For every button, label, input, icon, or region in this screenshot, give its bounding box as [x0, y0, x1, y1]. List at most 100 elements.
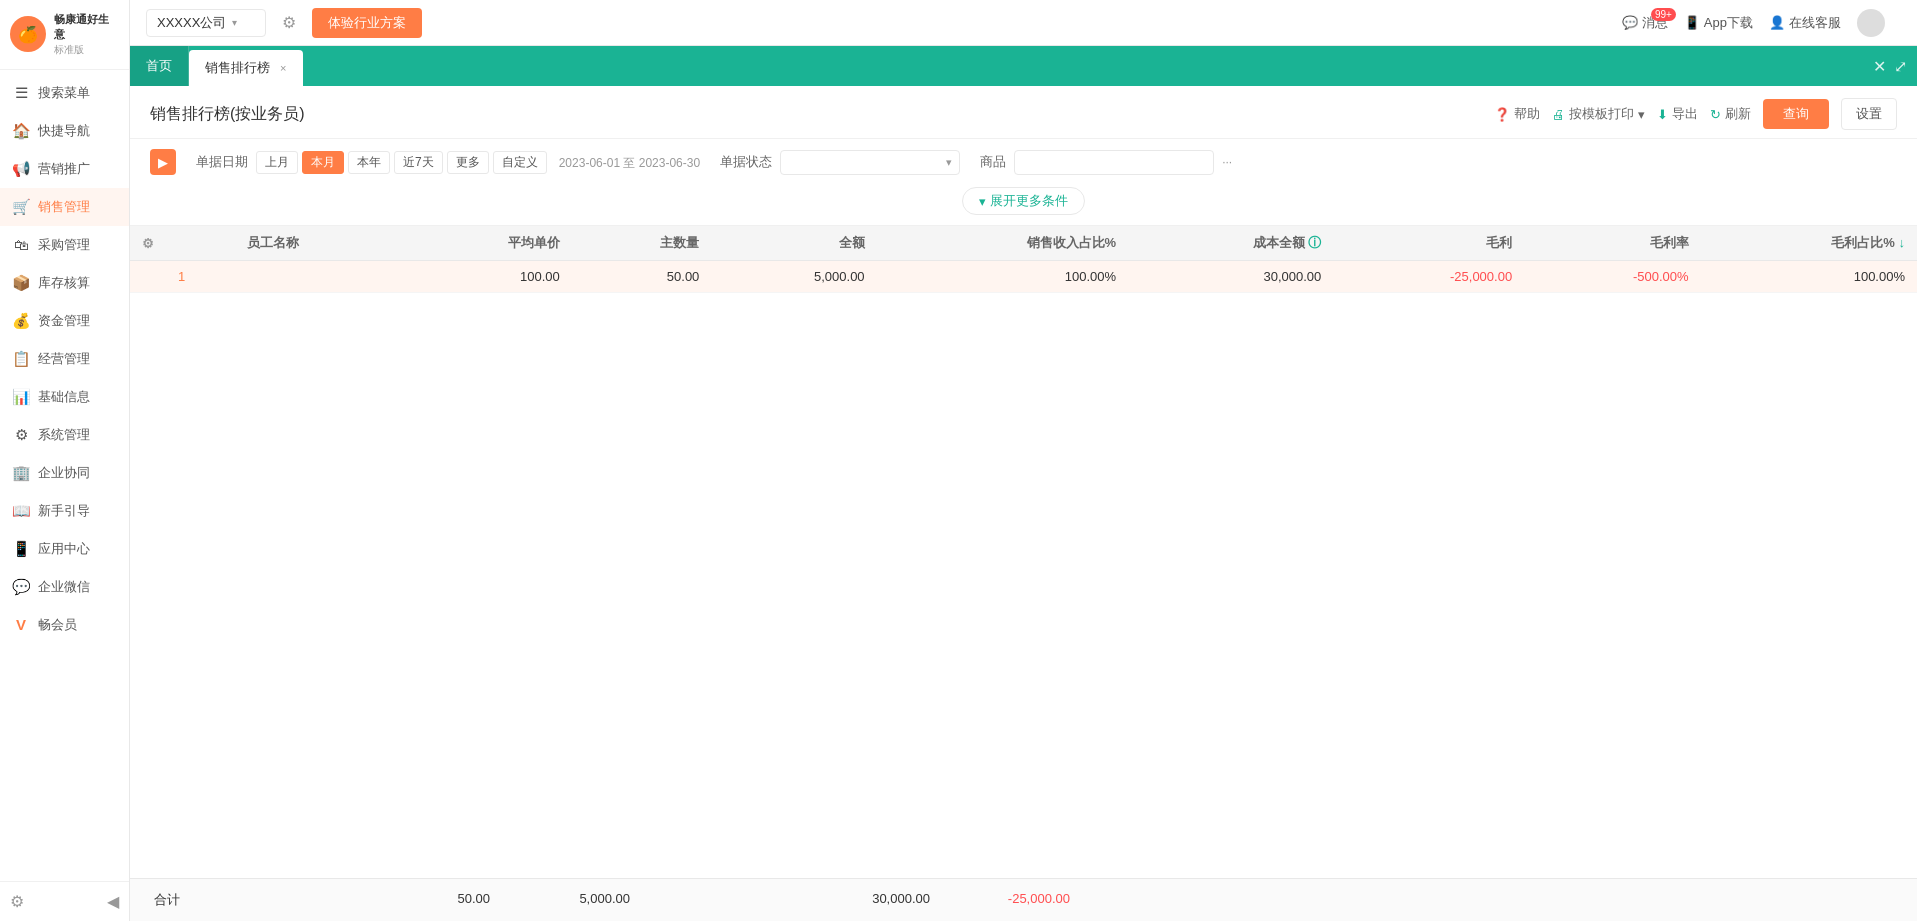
sidebar-item-label: 系统管理 — [38, 426, 90, 444]
settings-button[interactable]: 设置 — [1841, 98, 1897, 130]
sidebar-item-label: 采购管理 — [38, 236, 90, 254]
company-settings-button[interactable]: ⚙ — [278, 9, 300, 36]
vip-icon: V — [12, 616, 30, 633]
app-download-button[interactable]: 📱 App下载 — [1684, 14, 1753, 32]
app-download-icon: 📱 — [1684, 15, 1700, 30]
restore-tab-button[interactable]: ⤢ — [1894, 57, 1907, 76]
page-title: 销售排行榜(按业务员) — [150, 104, 305, 125]
col-cost: 成本全额 ⓘ — [1128, 226, 1333, 261]
row-rank: 1 — [166, 261, 235, 293]
sidebar-item-quick-nav[interactable]: 🏠 快捷导航 — [0, 112, 129, 150]
logo-icon: 🍊 — [10, 16, 46, 52]
date-this-month[interactable]: 本月 — [302, 151, 344, 174]
table-row: 1 100.00 50.00 5,000.00 100.00% 30,000.0… — [130, 261, 1917, 293]
sidebar-item-marketing[interactable]: 📢 营销推广 — [0, 150, 129, 188]
tab-home-label: 首页 — [146, 57, 172, 75]
col-rank — [166, 226, 235, 261]
finance-icon: 💰 — [12, 312, 30, 330]
sidebar-item-wechat[interactable]: 💬 企业微信 — [0, 568, 129, 606]
print-dropdown-icon: ▾ — [1638, 107, 1645, 122]
sidebar-item-purchase[interactable]: 🛍 采购管理 — [0, 226, 129, 264]
avatar[interactable] — [1857, 9, 1885, 37]
help-icon: ❓ — [1494, 107, 1510, 122]
help-button[interactable]: ❓ 帮助 — [1494, 105, 1540, 123]
date-7days[interactable]: 近7天 — [394, 151, 443, 174]
col-name: 员工名称 — [235, 226, 403, 261]
chevron-down-icon: ▾ — [979, 194, 986, 209]
row-sales-pct: 100.00% — [877, 261, 1129, 293]
col-settings[interactable]: ⚙ — [130, 226, 166, 261]
row-settings — [130, 261, 166, 293]
sidebar: 🍊 畅康通好生意 标准版 ☰ 搜索菜单 🏠 快捷导航 📢 营销推广 🛒 销售管理… — [0, 0, 130, 921]
company-selector[interactable]: XXXXX公司 ▾ — [146, 9, 266, 37]
sidebar-item-inventory[interactable]: 📦 库存核算 — [0, 264, 129, 302]
row-profit-pct: 100.00% — [1701, 261, 1917, 293]
col-sales-pct: 销售收入占比% — [877, 226, 1129, 261]
row-profit: -25,000.00 — [1333, 261, 1524, 293]
query-button[interactable]: 查询 — [1763, 99, 1829, 129]
sidebar-nav: ☰ 搜索菜单 🏠 快捷导航 📢 营销推广 🛒 销售管理 🛍 采购管理 📦 库存核… — [0, 70, 129, 881]
row-profit-rate: -500.00% — [1524, 261, 1700, 293]
goods-input[interactable] — [1014, 150, 1214, 175]
date-more[interactable]: 更多 — [447, 151, 489, 174]
close-tab-button[interactable]: ✕ — [1873, 57, 1886, 76]
tab-home[interactable]: 首页 — [130, 46, 189, 86]
logo-text: 畅康通好生意 — [54, 12, 119, 43]
goods-more-icon[interactable]: ··· — [1222, 155, 1232, 169]
status-select[interactable] — [780, 150, 960, 175]
expand-more-button[interactable]: ▾ 展开更多条件 — [962, 187, 1085, 215]
top-header: XXXXX公司 ▾ ⚙ 体验行业方案 💬 消息 99+ 📱 App下载 👤 在线… — [130, 0, 1917, 46]
col-profit-pct: 毛利占比% ↓ — [1701, 226, 1917, 261]
sidebar-item-label: 新手引导 — [38, 502, 90, 520]
sidebar-item-search-order[interactable]: ☰ 搜索菜单 — [0, 74, 129, 112]
page-actions: ❓ 帮助 🖨 按模板打印 ▾ ⬇ 导出 ↻ 刷新 查询 设置 — [1494, 98, 1897, 130]
sidebar-item-basic[interactable]: 📊 基础信息 — [0, 378, 129, 416]
refresh-button[interactable]: ↻ 刷新 — [1710, 105, 1751, 123]
date-filter-label: 单据日期 — [196, 153, 248, 171]
settings-footer-button[interactable]: ⚙ — [10, 892, 24, 911]
sidebar-item-label: 库存核算 — [38, 274, 90, 292]
sidebar-item-vip[interactable]: V 畅会员 — [0, 606, 129, 644]
table-footer: 合计 50.00 5,000.00 30,000.00 -25,000.00 — [130, 878, 1917, 921]
filter-expand-arrow[interactable]: ▶ — [150, 149, 176, 175]
inventory-icon: 📦 — [12, 274, 30, 292]
status-filter: 单据状态 — [720, 150, 960, 175]
sales-icon: 🛒 — [12, 198, 30, 216]
export-button[interactable]: ⬇ 导出 — [1657, 105, 1698, 123]
date-last-month[interactable]: 上月 — [256, 151, 298, 174]
filter-row: ▶ 单据日期 上月 本月 本年 近7天 更多 自定义 2023-06-01 至 … — [150, 149, 1897, 175]
date-this-year[interactable]: 本年 — [348, 151, 390, 174]
export-icon: ⬇ — [1657, 107, 1668, 122]
sidebar-item-label: 应用中心 — [38, 540, 90, 558]
sidebar-item-sales[interactable]: 🛒 销售管理 — [0, 188, 129, 226]
refresh-icon: ↻ — [1710, 107, 1721, 122]
message-button[interactable]: 💬 消息 99+ — [1622, 14, 1668, 32]
row-qty: 50.00 — [572, 261, 712, 293]
sidebar-item-app-center[interactable]: 📱 应用中心 — [0, 530, 129, 568]
sidebar-logo: 🍊 畅康通好生意 标准版 — [0, 0, 129, 70]
footer-cells: 合计 50.00 5,000.00 30,000.00 -25,000.00 — [142, 887, 1905, 913]
sidebar-item-enterprise[interactable]: 🏢 企业协同 — [0, 454, 129, 492]
sidebar-item-label: 企业微信 — [38, 578, 90, 596]
sidebar-item-label: 营销推广 — [38, 160, 90, 178]
tab-close-icon[interactable]: × — [280, 62, 286, 74]
print-button[interactable]: 🖨 按模板打印 ▾ — [1552, 105, 1645, 123]
online-service-button[interactable]: 👤 在线客服 — [1769, 14, 1841, 32]
sidebar-item-finance[interactable]: 💰 资金管理 — [0, 302, 129, 340]
sidebar-item-guide[interactable]: 📖 新手引导 — [0, 492, 129, 530]
logo-sub: 标准版 — [54, 43, 119, 57]
sidebar-item-operation[interactable]: 📋 经营管理 — [0, 340, 129, 378]
sidebar-item-label: 销售管理 — [38, 198, 90, 216]
date-custom[interactable]: 自定义 — [493, 151, 547, 174]
enterprise-icon: 🏢 — [12, 464, 30, 482]
sidebar-item-label: 资金管理 — [38, 312, 90, 330]
basic-icon: 📊 — [12, 388, 30, 406]
industry-solution-button[interactable]: 体验行业方案 — [312, 8, 422, 38]
message-icon: 💬 — [1622, 15, 1638, 30]
sidebar-item-system[interactable]: ⚙ 系统管理 — [0, 416, 129, 454]
sidebar-item-label: 经营管理 — [38, 350, 90, 368]
row-avg-price: 100.00 — [404, 261, 572, 293]
tab-sales-ranking[interactable]: 销售排行榜 × — [189, 50, 303, 86]
main-content: XXXXX公司 ▾ ⚙ 体验行业方案 💬 消息 99+ 📱 App下载 👤 在线… — [130, 0, 1917, 921]
collapse-sidebar-button[interactable]: ◀ — [107, 892, 119, 911]
